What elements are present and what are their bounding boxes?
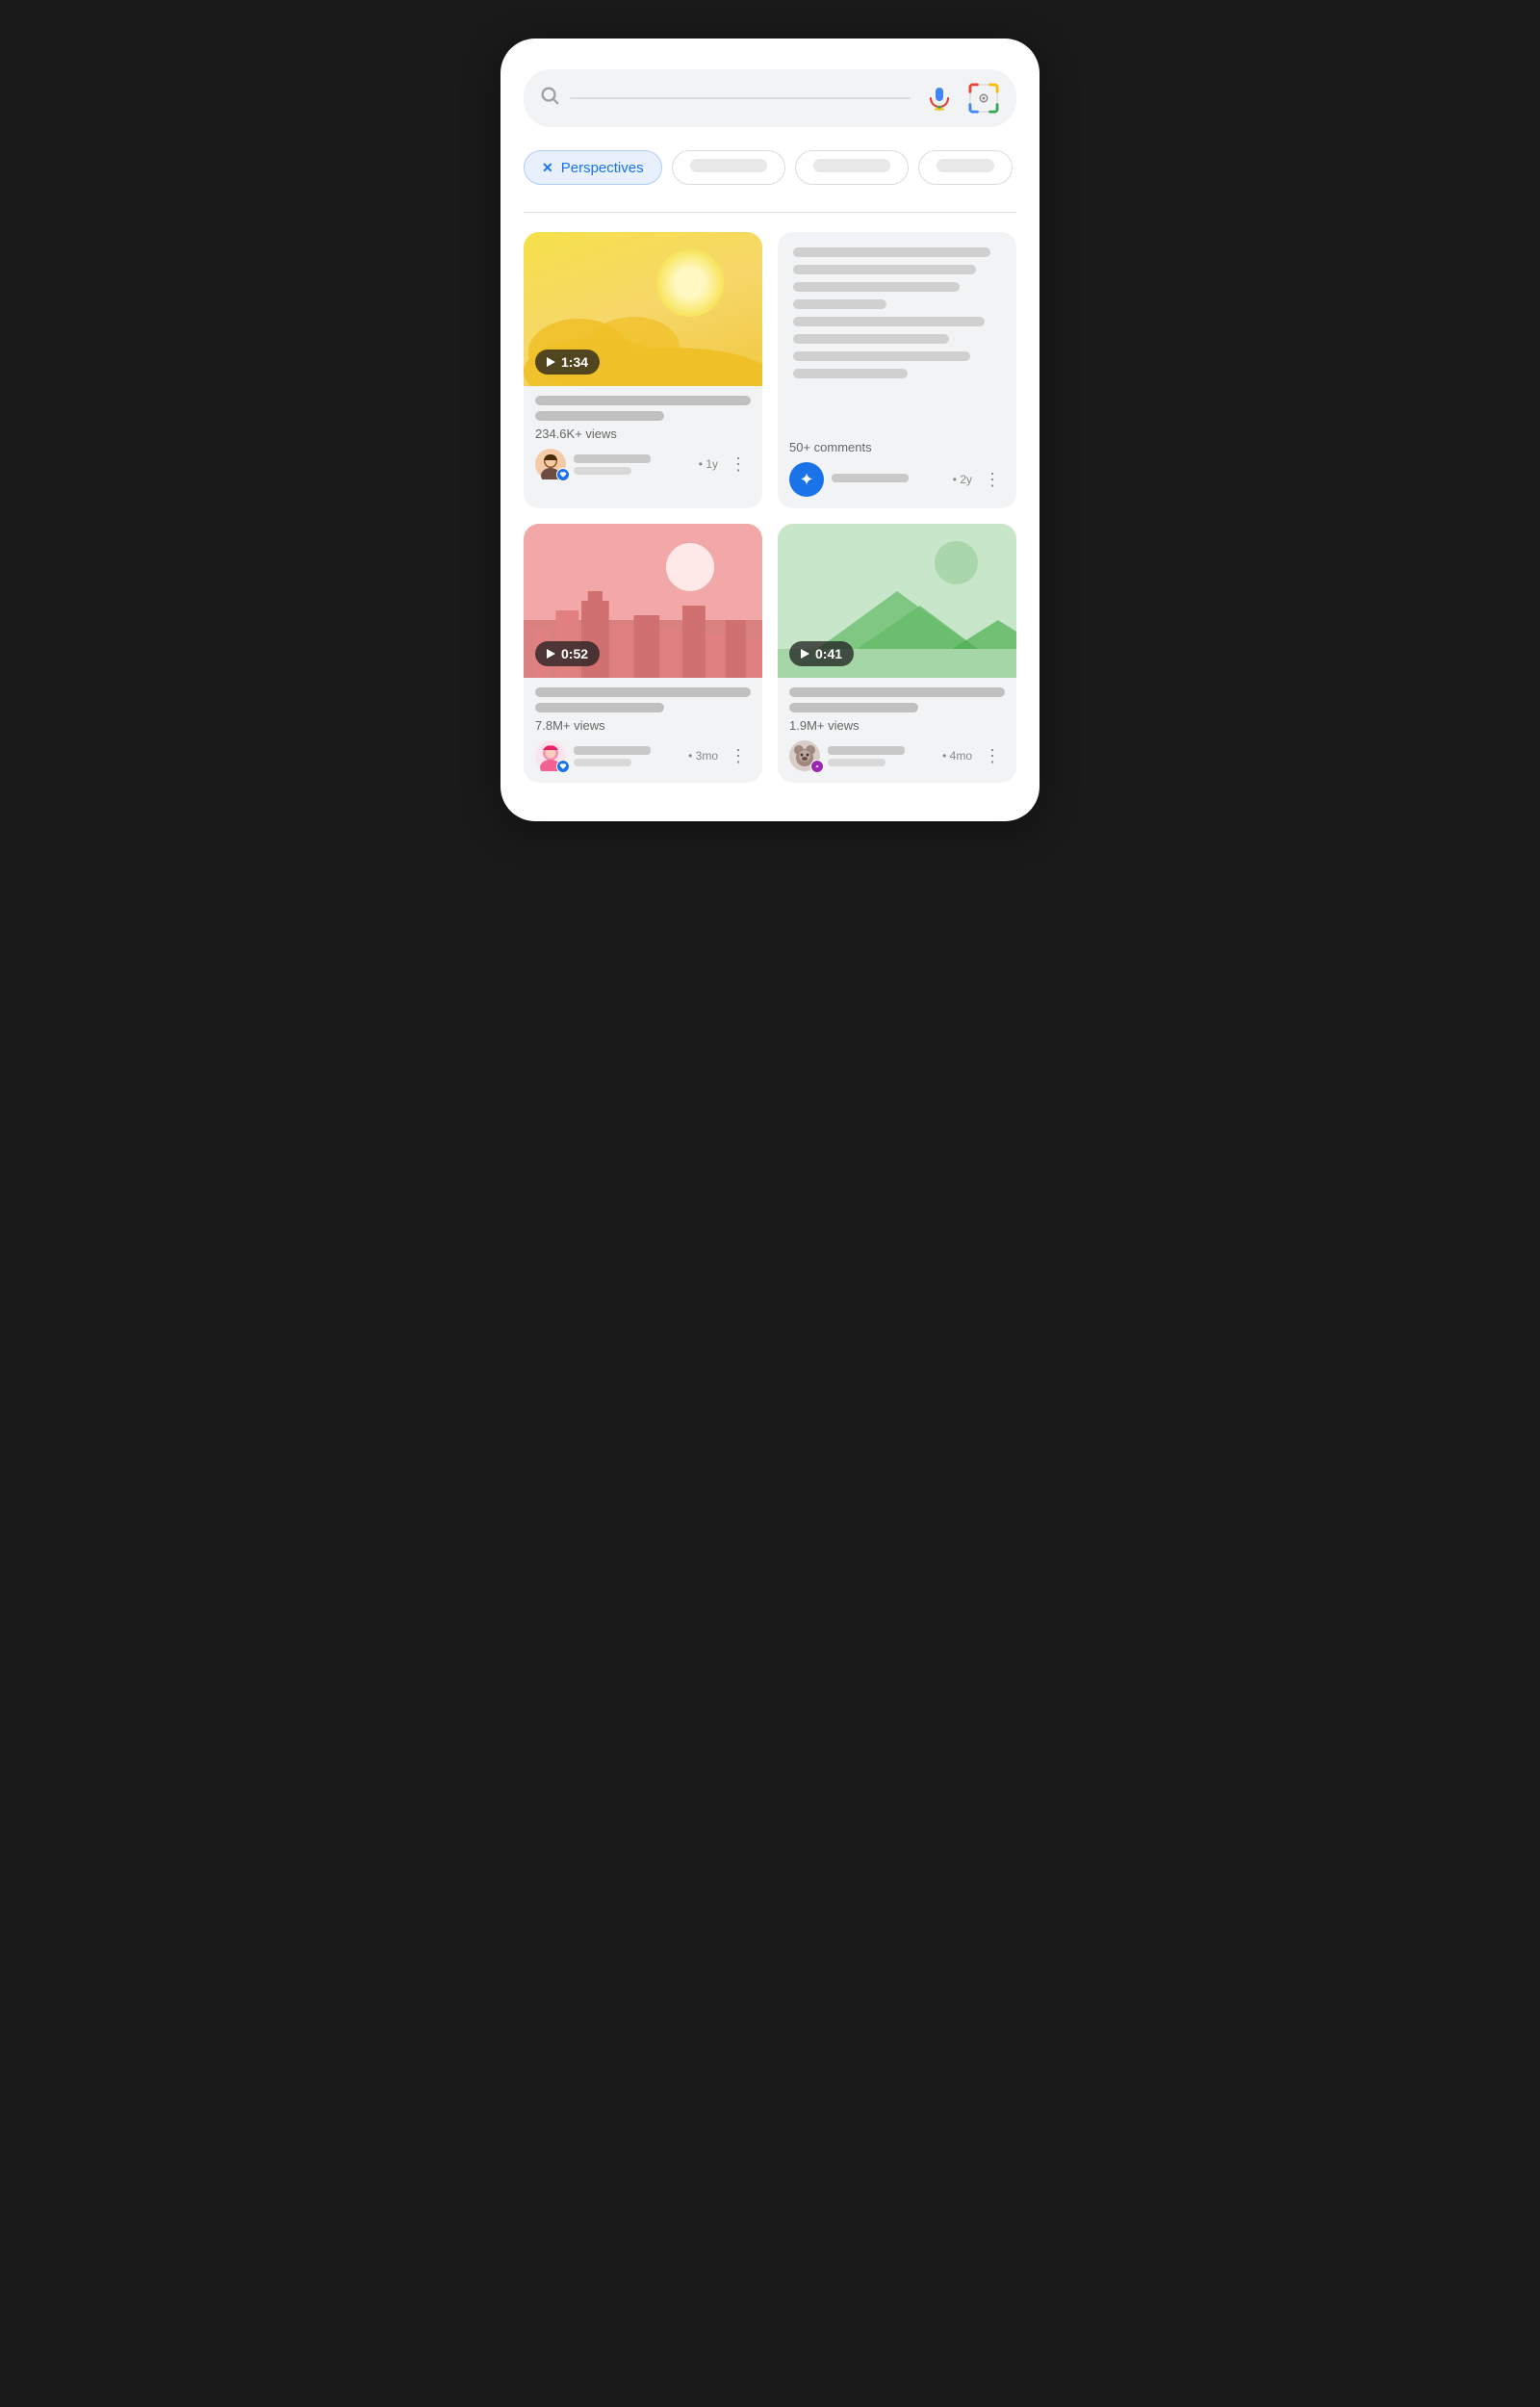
card-1-avatar-wrap [535, 449, 566, 479]
card-2-body: 50+ comments ✦ • 2y ⋮ [778, 425, 1016, 508]
article-line-6 [793, 334, 949, 344]
card-4-thumb: 0:41 [778, 524, 1016, 678]
card-4-author-sub [828, 759, 886, 766]
article-line-5 [793, 317, 985, 326]
card-4-badge [810, 760, 824, 773]
card-2-more-button[interactable]: ⋮ [980, 470, 1005, 490]
card-1-duration: 1:34 [535, 349, 600, 375]
chip-2[interactable] [672, 150, 785, 185]
card-1-title-line-1 [535, 396, 751, 405]
card-1-title-line-2 [535, 411, 664, 421]
card-1-author-sub-line [574, 467, 631, 475]
article-line-1 [793, 247, 990, 257]
card-1-body: 234.6K+ views [524, 386, 762, 491]
card-3-body: 7.8M+ views [524, 678, 762, 783]
card-2-author-info [832, 474, 945, 486]
card-1-author-name-line [574, 454, 651, 463]
card-2-thumb [778, 232, 1016, 425]
card-4-author-row: • 4mo ⋮ [789, 740, 1005, 771]
card-4-views: 1.9M+ views [789, 718, 1005, 733]
chip-2-label [690, 159, 767, 172]
star-icon: ✦ [799, 470, 813, 490]
phone-container: ✕ Perspectives [500, 39, 1040, 821]
card-3-author-sub [574, 759, 631, 766]
chip-close-icon[interactable]: ✕ [542, 160, 553, 176]
card-3-title-2 [535, 703, 664, 712]
card-3-title-1 [535, 687, 751, 697]
mic-icon[interactable] [922, 81, 957, 116]
card-3-more-button[interactable]: ⋮ [726, 746, 751, 766]
card-3-author-name [574, 746, 651, 755]
card-3-author-info [574, 746, 680, 766]
card-3-author-row: • 3mo ⋮ [535, 740, 751, 771]
card-3-views: 7.8M+ views [535, 718, 751, 733]
play-icon [547, 357, 555, 367]
card-2-author-name-line [832, 474, 909, 482]
card-4-duration: 0:41 [789, 641, 854, 666]
card-3[interactable]: 0:52 7.8M+ views [524, 524, 762, 783]
chip-perspectives-label: Perspectives [561, 160, 644, 176]
search-input-area [539, 85, 911, 112]
card-3-time: • 3mo [688, 749, 718, 763]
card-4-avatar-wrap [789, 740, 820, 771]
cards-grid: 1:34 234.6K+ views [524, 232, 1016, 783]
article-line-4 [793, 299, 886, 309]
card-2-comments: 50+ comments [789, 440, 1005, 454]
card-4-body: 1.9M+ views [778, 678, 1016, 783]
card-1-badge [556, 468, 570, 481]
search-bar-placeholder-line [570, 97, 911, 99]
card-4-time: • 4mo [942, 749, 972, 763]
card-4-title-2 [789, 703, 918, 712]
chip-4-label [937, 159, 994, 172]
play-icon-3 [547, 649, 555, 659]
card-2-time: • 2y [953, 473, 972, 486]
article-line-3 [793, 282, 960, 292]
divider [524, 212, 1016, 213]
article-line-8 [793, 369, 908, 378]
card-3-avatar-wrap [535, 740, 566, 771]
card-2-author-row: ✦ • 2y ⋮ [789, 462, 1005, 497]
card-1-author-info [574, 454, 691, 475]
card-2[interactable]: 50+ comments ✦ • 2y ⋮ [778, 232, 1016, 508]
card-1-views: 234.6K+ views [535, 427, 751, 441]
card-4-more-button[interactable]: ⋮ [980, 746, 1005, 766]
card-4-title-1 [789, 687, 1005, 697]
card-2-avatar: ✦ [789, 462, 824, 497]
card-3-badge [556, 760, 570, 773]
card-1[interactable]: 1:34 234.6K+ views [524, 232, 762, 508]
play-icon-4 [801, 649, 809, 659]
card-3-thumb: 0:52 [524, 524, 762, 678]
card-1-more-button[interactable]: ⋮ [726, 454, 751, 475]
chip-3[interactable] [795, 150, 909, 185]
chip-3-label [813, 159, 890, 172]
card-3-duration: 0:52 [535, 641, 600, 666]
lens-icon[interactable] [966, 81, 1001, 116]
article-line-7 [793, 351, 970, 361]
search-icon [539, 85, 560, 112]
card-4-author-name [828, 746, 905, 755]
card-1-author-row: • 1y ⋮ [535, 449, 751, 479]
filter-chips: ✕ Perspectives [524, 150, 1016, 185]
chip-4[interactable] [918, 150, 1013, 185]
search-bar[interactable] [524, 69, 1016, 127]
article-line-2 [793, 265, 976, 274]
card-4-author-info [828, 746, 935, 766]
card-1-time: • 1y [699, 457, 718, 471]
card-4[interactable]: 0:41 1.9M+ views [778, 524, 1016, 783]
card-1-thumb: 1:34 [524, 232, 762, 386]
chip-perspectives[interactable]: ✕ Perspectives [524, 150, 662, 185]
search-actions [922, 81, 1001, 116]
